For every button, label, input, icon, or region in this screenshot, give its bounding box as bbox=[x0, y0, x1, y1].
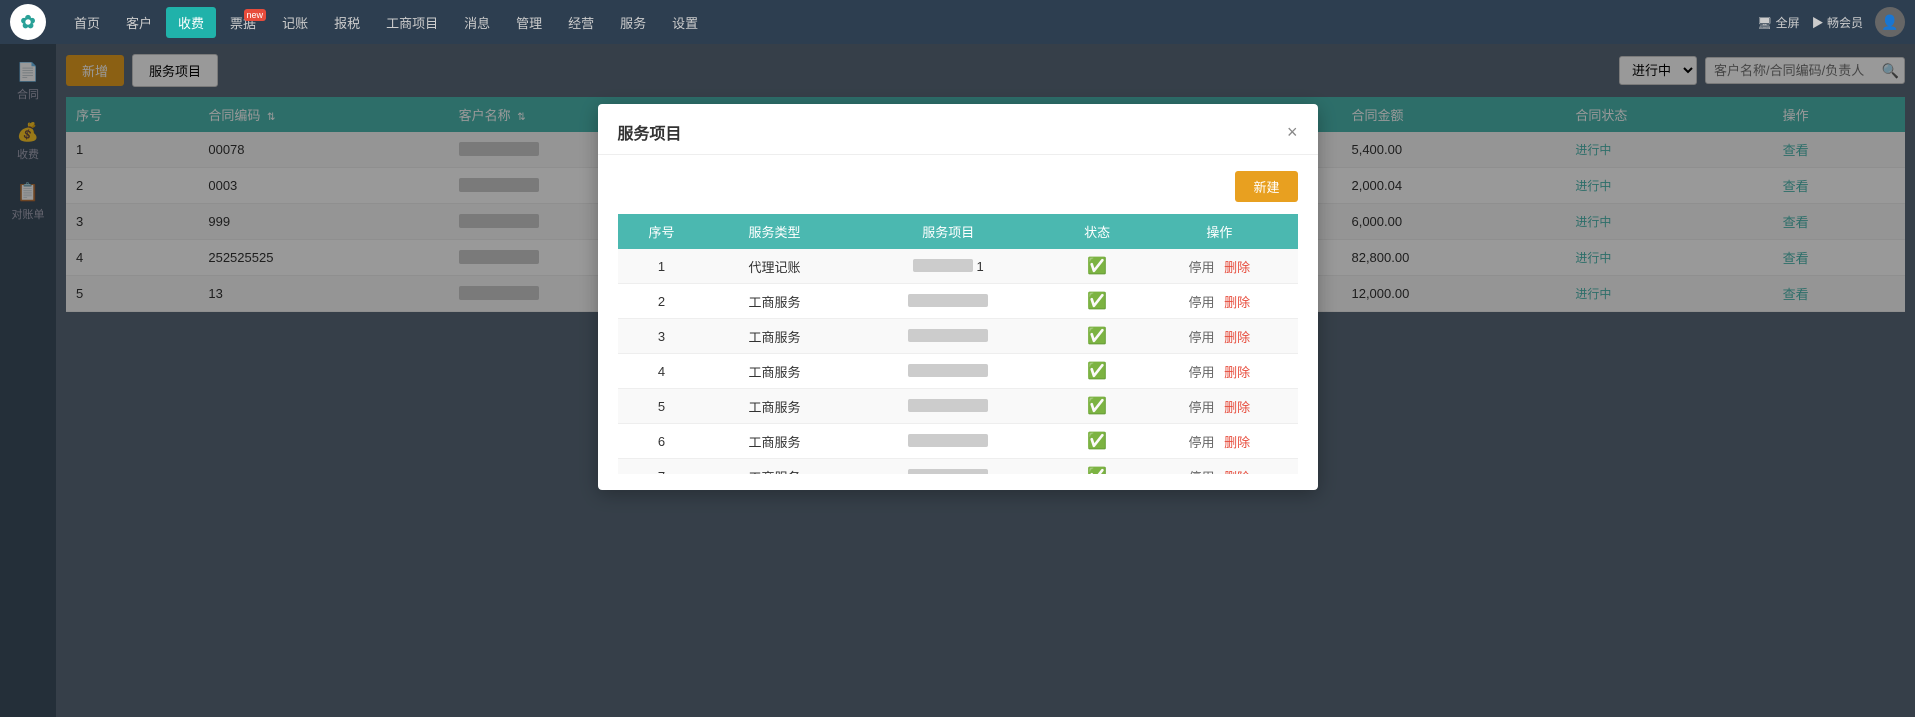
nav-items: 首页 客户 收费 票据new 记账 报税 工商项目 消息 管理 经营 服务 设置 bbox=[62, 7, 1757, 38]
stop-button[interactable]: 停用 bbox=[1189, 365, 1215, 380]
service-items-table: 序号 服务类型 服务项目 状态 操作 1 代理记账 1 ✅ 停用 删除 2 工商… bbox=[618, 214, 1298, 474]
modal-table-row: 5 工商服务 ✅ 停用 删除 bbox=[618, 389, 1298, 424]
delete-button[interactable]: 删除 bbox=[1224, 295, 1250, 310]
stop-button[interactable]: 停用 bbox=[1189, 260, 1215, 275]
member-btn[interactable]: ▶ 畅会员 bbox=[1812, 14, 1863, 31]
modal-col-item: 服务项目 bbox=[843, 214, 1053, 249]
modal-scroll-area[interactable]: 序号 服务类型 服务项目 状态 操作 1 代理记账 1 ✅ 停用 删除 2 工商… bbox=[618, 214, 1298, 474]
new-badge: new bbox=[244, 9, 267, 21]
delete-button[interactable]: 删除 bbox=[1224, 260, 1250, 275]
top-nav: ✿ 首页 客户 收费 票据new 记账 报税 工商项目 消息 管理 经营 服务 … bbox=[0, 0, 1915, 44]
modal-table-row: 3 工商服务 ✅ 停用 删除 bbox=[618, 319, 1298, 354]
modal: 服务项目 × 新建 序号 服务类型 服务项目 状态 操作 bbox=[598, 104, 1318, 490]
avatar[interactable]: 👤 bbox=[1875, 7, 1905, 37]
nav-bookkeeping[interactable]: 记账 bbox=[270, 7, 320, 38]
modal-cell-type: 工商服务 bbox=[706, 424, 844, 459]
modal-cell-seq: 5 bbox=[618, 389, 706, 424]
status-check-icon: ✅ bbox=[1087, 363, 1107, 380]
modal-new-button[interactable]: 新建 bbox=[1235, 171, 1297, 202]
modal-cell-item bbox=[843, 354, 1053, 389]
delete-button[interactable]: 删除 bbox=[1224, 365, 1250, 380]
nav-business[interactable]: 工商项目 bbox=[374, 7, 450, 38]
nav-right: 🖥 全屏 ▶ 畅会员 👤 bbox=[1757, 7, 1905, 37]
nav-client[interactable]: 客户 bbox=[114, 7, 164, 38]
delete-button[interactable]: 删除 bbox=[1224, 435, 1250, 450]
delete-button[interactable]: 删除 bbox=[1224, 470, 1250, 475]
status-check-icon: ✅ bbox=[1087, 258, 1107, 275]
modal-overlay[interactable]: 服务项目 × 新建 序号 服务类型 服务项目 状态 操作 bbox=[0, 44, 1915, 717]
modal-table-row: 1 代理记账 1 ✅ 停用 删除 bbox=[618, 249, 1298, 284]
stop-button[interactable]: 停用 bbox=[1189, 330, 1215, 345]
status-check-icon: ✅ bbox=[1087, 398, 1107, 415]
status-check-icon: ✅ bbox=[1087, 328, 1107, 345]
modal-table-row: 2 工商服务 ✅ 停用 删除 bbox=[618, 284, 1298, 319]
modal-cell-item bbox=[843, 319, 1053, 354]
modal-cell-seq: 2 bbox=[618, 284, 706, 319]
nav-tax[interactable]: 报税 bbox=[322, 7, 372, 38]
modal-cell-item bbox=[843, 424, 1053, 459]
modal-header: 服务项目 × bbox=[598, 104, 1318, 155]
modal-col-seq: 序号 bbox=[618, 214, 706, 249]
modal-cell-seq: 6 bbox=[618, 424, 706, 459]
modal-cell-item bbox=[843, 389, 1053, 424]
modal-cell-status: ✅ bbox=[1053, 284, 1141, 319]
modal-title: 服务项目 bbox=[618, 120, 682, 144]
modal-cell-actions: 停用 删除 bbox=[1141, 319, 1297, 354]
modal-cell-actions: 停用 删除 bbox=[1141, 459, 1297, 475]
modal-cell-status: ✅ bbox=[1053, 424, 1141, 459]
modal-cell-actions: 停用 删除 bbox=[1141, 389, 1297, 424]
modal-cell-type: 代理记账 bbox=[706, 249, 844, 284]
modal-cell-type: 工商服务 bbox=[706, 354, 844, 389]
modal-col-type: 服务类型 bbox=[706, 214, 844, 249]
modal-col-action: 操作 bbox=[1141, 214, 1297, 249]
modal-table-row: 7 工商服务 ✅ 停用 删除 bbox=[618, 459, 1298, 475]
nav-manage[interactable]: 管理 bbox=[504, 7, 554, 38]
modal-cell-seq: 1 bbox=[618, 249, 706, 284]
modal-cell-status: ✅ bbox=[1053, 389, 1141, 424]
modal-cell-status: ✅ bbox=[1053, 319, 1141, 354]
delete-button[interactable]: 删除 bbox=[1224, 330, 1250, 345]
modal-cell-seq: 7 bbox=[618, 459, 706, 475]
modal-table-row: 6 工商服务 ✅ 停用 删除 bbox=[618, 424, 1298, 459]
delete-button[interactable]: 删除 bbox=[1224, 400, 1250, 415]
nav-fee[interactable]: 收费 bbox=[166, 7, 216, 38]
fullscreen-btn[interactable]: 🖥 全屏 bbox=[1757, 14, 1800, 31]
modal-cell-item bbox=[843, 284, 1053, 319]
stop-button[interactable]: 停用 bbox=[1189, 400, 1215, 415]
nav-ticket[interactable]: 票据new bbox=[218, 7, 268, 38]
modal-cell-status: ✅ bbox=[1053, 459, 1141, 475]
modal-body: 新建 序号 服务类型 服务项目 状态 操作 1 代理记账 bbox=[598, 155, 1318, 490]
app-logo: ✿ bbox=[10, 4, 46, 40]
modal-cell-actions: 停用 删除 bbox=[1141, 424, 1297, 459]
modal-cell-type: 工商服务 bbox=[706, 319, 844, 354]
modal-col-status: 状态 bbox=[1053, 214, 1141, 249]
modal-cell-type: 工商服务 bbox=[706, 284, 844, 319]
stop-button[interactable]: 停用 bbox=[1189, 435, 1215, 450]
nav-home[interactable]: 首页 bbox=[62, 7, 112, 38]
modal-toolbar: 新建 bbox=[618, 171, 1298, 202]
modal-cell-actions: 停用 删除 bbox=[1141, 249, 1297, 284]
modal-cell-seq: 3 bbox=[618, 319, 706, 354]
modal-cell-type: 工商服务 bbox=[706, 459, 844, 475]
status-check-icon: ✅ bbox=[1087, 468, 1107, 474]
modal-close-button[interactable]: × bbox=[1287, 122, 1298, 143]
modal-cell-item: 1 bbox=[843, 249, 1053, 284]
nav-settings[interactable]: 设置 bbox=[660, 7, 710, 38]
nav-service[interactable]: 服务 bbox=[608, 7, 658, 38]
status-check-icon: ✅ bbox=[1087, 293, 1107, 310]
modal-cell-status: ✅ bbox=[1053, 354, 1141, 389]
modal-table-row: 4 工商服务 ✅ 停用 删除 bbox=[618, 354, 1298, 389]
nav-message[interactable]: 消息 bbox=[452, 7, 502, 38]
nav-operations[interactable]: 经营 bbox=[556, 7, 606, 38]
stop-button[interactable]: 停用 bbox=[1189, 295, 1215, 310]
modal-cell-actions: 停用 删除 bbox=[1141, 354, 1297, 389]
modal-cell-status: ✅ bbox=[1053, 249, 1141, 284]
modal-cell-seq: 4 bbox=[618, 354, 706, 389]
modal-cell-type: 工商服务 bbox=[706, 389, 844, 424]
stop-button[interactable]: 停用 bbox=[1189, 470, 1215, 475]
modal-cell-actions: 停用 删除 bbox=[1141, 284, 1297, 319]
modal-cell-item bbox=[843, 459, 1053, 475]
status-check-icon: ✅ bbox=[1087, 433, 1107, 450]
